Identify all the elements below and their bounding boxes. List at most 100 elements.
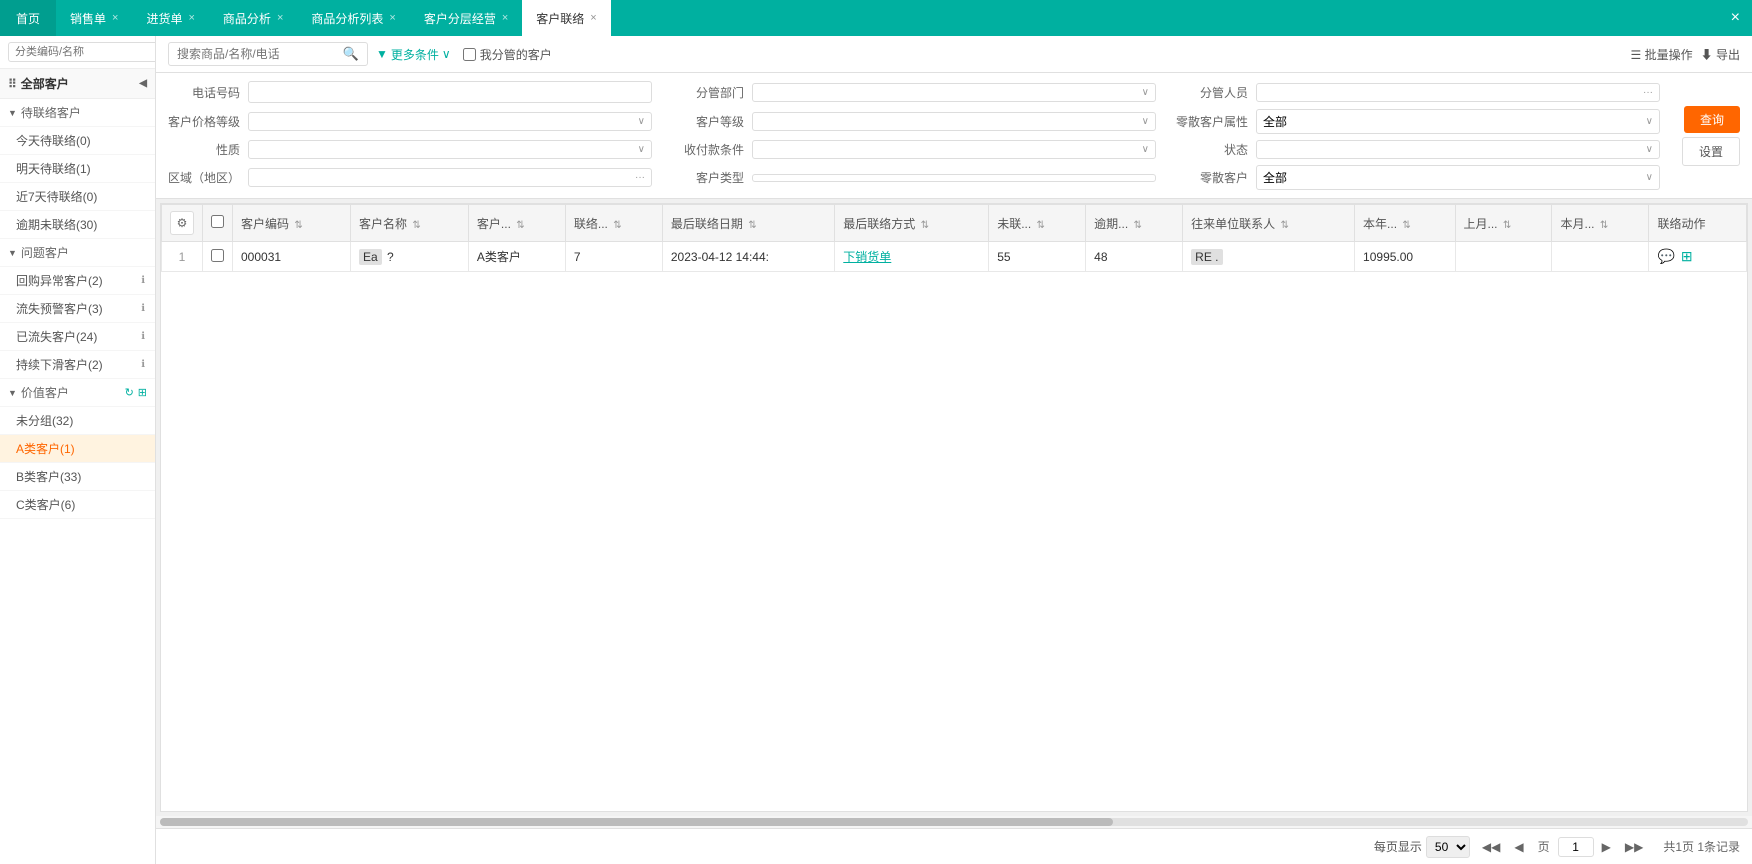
filter-payment-select[interactable]: ∨ [752, 140, 1156, 159]
select-all-checkbox[interactable] [211, 215, 224, 228]
bulk-ops-button[interactable]: 批量操作 [1631, 46, 1693, 63]
filter-nature-select[interactable]: ∨ [248, 140, 652, 159]
sidebar-group-value[interactable]: ▼ 价值客户 ↻ ⊞ [0, 379, 155, 407]
nav-customer-contact[interactable]: 客户联络 × [522, 0, 610, 36]
col-contact-count[interactable]: 联络... ⇅ [565, 205, 662, 242]
page-input[interactable] [1558, 837, 1594, 857]
col-contact-count-label: 联络... [574, 217, 608, 231]
sidebar-item-b-class[interactable]: B类客户(33) [0, 463, 155, 491]
nav-home[interactable]: 首页 [0, 0, 56, 36]
filter-search-icon[interactable]: 🔍 [343, 46, 359, 62]
nav-customer-segment-close[interactable]: × [502, 12, 508, 24]
nav-purchase-close[interactable]: × [188, 12, 194, 24]
page-last-btn[interactable]: ▶▶ [1619, 838, 1649, 856]
sidebar-item-7days[interactable]: 近7天待联络(0) [0, 183, 155, 211]
page-prev-btn[interactable]: ◀ [1508, 838, 1529, 856]
col-contact-person[interactable]: 往来单位联系人 ⇅ [1183, 205, 1355, 242]
sidebar-collapse-icon[interactable]: ◀ [139, 78, 147, 89]
sidebar-item-overdue[interactable]: 逾期未联络(30) [0, 211, 155, 239]
filter-status-select[interactable]: ∨ [1256, 140, 1660, 159]
nav-goods-analysis-close[interactable]: × [277, 12, 283, 24]
col-last-date[interactable]: 最后联络日期 ⇅ [662, 205, 834, 242]
my-customers-checkbox[interactable] [463, 48, 476, 61]
row-grid-icon[interactable]: ⊞ [1681, 248, 1693, 265]
sidebar-item-churned[interactable]: 已流失客户(24) ℹ [0, 323, 155, 351]
nav-goods-analysis-list[interactable]: 商品分析列表 × [297, 0, 409, 36]
sidebar-value-refresh-icon[interactable]: ↻ [125, 386, 134, 399]
col-overdue[interactable]: 逾期... ⇅ [1086, 205, 1183, 242]
row-last-method[interactable]: 下销货单 [835, 242, 989, 272]
col-name-label: 客户名称 [359, 217, 407, 231]
filter-region-select[interactable]: ··· [248, 168, 652, 187]
nav-customer-contact-close[interactable]: × [590, 12, 596, 24]
export-button[interactable]: ⬇ 导出 [1701, 46, 1740, 63]
col-code[interactable]: 客户编码 ⇅ [233, 205, 351, 242]
filter-region-label: 区域（地区） [168, 169, 248, 186]
sidebar-item-ungrouped[interactable]: 未分组(32) [0, 407, 155, 435]
nav-sales[interactable]: 销售单 × [56, 0, 132, 36]
row-last-method-link[interactable]: 下销货单 [843, 250, 891, 264]
nav-close-all[interactable]: × [1719, 9, 1752, 27]
col-type-sort-icon: ⇅ [516, 220, 524, 231]
col-year-amount[interactable]: 本年... ⇅ [1355, 205, 1455, 242]
filter-bar: 🔍 ▼ 更多条件 ∨ 我分管的客户 批量操作 ⬇ 导出 [156, 36, 1752, 73]
table-gear-btn[interactable]: ⚙ [170, 211, 194, 235]
nav-sales-close[interactable]: × [112, 12, 118, 24]
row-checkbox[interactable] [211, 249, 224, 262]
filter-retail-attr-select[interactable]: 全部 ∨ [1256, 109, 1660, 134]
filter-manager-select[interactable]: ··· [1256, 83, 1660, 102]
filter-more-conditions[interactable]: ▼ 更多条件 ∨ [376, 46, 451, 63]
sidebar-group-problem[interactable]: ▼ 问题客户 [0, 239, 155, 267]
filter-customer-level-field: 客户等级 ∨ [672, 112, 1156, 131]
col-gear[interactable]: ⚙ [162, 205, 203, 242]
sidebar-item-churn-warning-label: 流失预警客户(3) [16, 300, 103, 317]
sidebar-value-settings-icon[interactable]: ⊞ [138, 386, 147, 399]
row-checkbox-cell[interactable] [203, 242, 233, 272]
sidebar-all-customers[interactable]: ⠿ 全部客户 ◀ [0, 69, 155, 99]
filter-dept-select[interactable]: ∨ [752, 83, 1156, 102]
sidebar-group-pending[interactable]: ▼ 待联络客户 [0, 99, 155, 127]
nature-caret-icon: ∨ [638, 144, 645, 155]
col-no-contact-sort-icon: ⇅ [1037, 220, 1045, 231]
col-actions-label: 联络动作 [1657, 217, 1705, 231]
sidebar-item-tomorrow[interactable]: 明天待联络(1) [0, 155, 155, 183]
filter-customer-level-select[interactable]: ∨ [752, 112, 1156, 131]
nav-customer-segment[interactable]: 客户分层经营 × [410, 0, 522, 36]
nav-goods-analysis[interactable]: 商品分析 × [209, 0, 297, 36]
h-scrollbar-thumb[interactable] [160, 818, 1113, 826]
col-no-contact[interactable]: 未联... ⇅ [989, 205, 1086, 242]
sidebar-item-a-class[interactable]: A类客户(1) [0, 435, 155, 463]
sidebar-item-repurchase-anomaly[interactable]: 回购异常客户(2) ℹ [0, 267, 155, 295]
sidebar-item-declining[interactable]: 持续下滑客户(2) ℹ [0, 351, 155, 379]
nav-purchase[interactable]: 进货单 × [132, 0, 208, 36]
page-next-btn[interactable]: ▶ [1596, 838, 1617, 856]
sidebar-item-7days-label: 近7天待联络(0) [16, 188, 97, 205]
col-year-amount-sort-icon: ⇅ [1402, 220, 1410, 231]
filter-search-input[interactable] [177, 47, 343, 61]
filter-retail-label: 零散客户 [1176, 169, 1256, 186]
col-last-method[interactable]: 最后联络方式 ⇅ [835, 205, 989, 242]
settings-button[interactable]: 设置 [1682, 137, 1740, 166]
sidebar-search-input[interactable] [8, 42, 156, 62]
col-checkbox[interactable] [203, 205, 233, 242]
col-name[interactable]: 客户名称 ⇅ [350, 205, 468, 242]
col-type[interactable]: 客户... ⇅ [468, 205, 565, 242]
my-customers-checkbox-label[interactable]: 我分管的客户 [463, 46, 552, 63]
filter-customer-type-select[interactable] [752, 174, 1156, 182]
per-page-select[interactable]: 50 [1426, 836, 1470, 858]
sidebar-item-churn-warning[interactable]: 流失预警客户(3) ℹ [0, 295, 155, 323]
filter-phone-input[interactable] [248, 81, 652, 103]
region-dots-icon: ··· [635, 172, 645, 183]
col-last-method-sort-icon: ⇅ [921, 220, 929, 231]
nav-goods-analysis-list-close[interactable]: × [389, 12, 395, 24]
col-last-month[interactable]: 上月... ⇅ [1455, 205, 1552, 242]
filter-price-level-select[interactable]: ∨ [248, 112, 652, 131]
sidebar-item-c-class[interactable]: C类客户(6) [0, 491, 155, 519]
query-button[interactable]: 查询 [1684, 106, 1740, 133]
page-first-btn[interactable]: ◀◀ [1476, 838, 1506, 856]
col-this-month[interactable]: 本月... ⇅ [1552, 205, 1649, 242]
pending-triangle-icon: ▼ [8, 108, 17, 118]
filter-retail-select[interactable]: 全部 ∨ [1256, 165, 1660, 190]
row-chat-icon[interactable]: 💬 [1657, 248, 1674, 265]
sidebar-item-today[interactable]: 今天待联络(0) [0, 127, 155, 155]
